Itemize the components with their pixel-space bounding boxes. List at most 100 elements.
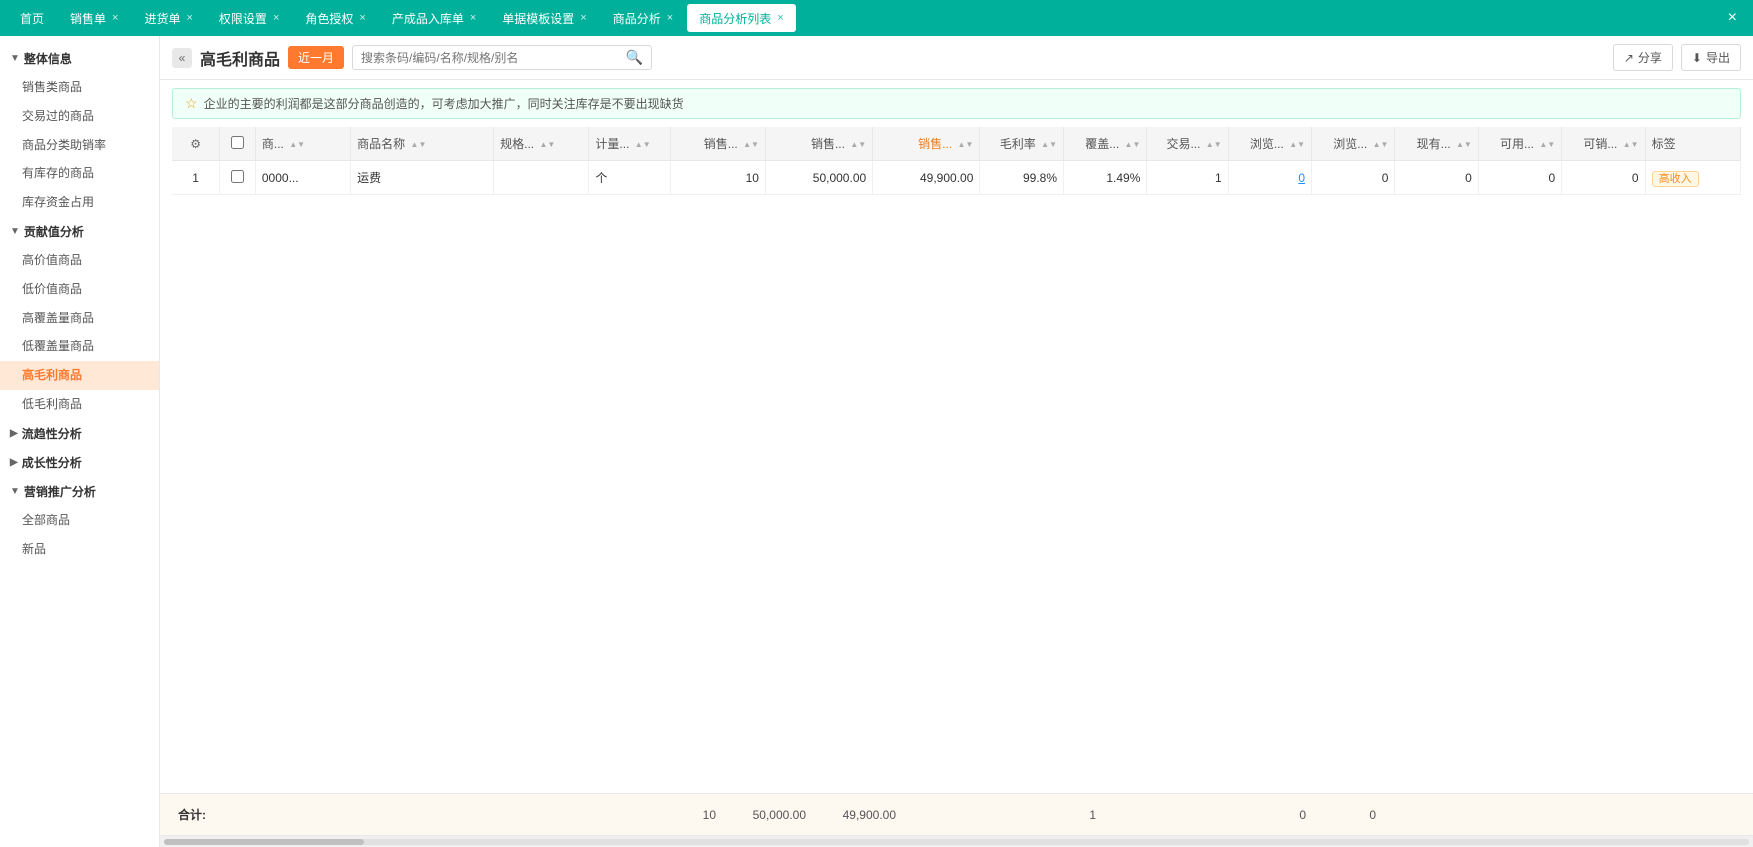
col-header-trade[interactable]: 交易... ▲▼ bbox=[1147, 127, 1228, 161]
sidebar-section-contribution[interactable]: ▼ 贡献值分析 bbox=[0, 217, 159, 246]
nav-product-analysis-list[interactable]: 商品分析列表 × bbox=[687, 4, 795, 32]
col-header-unit[interactable]: 计量... ▲▼ bbox=[589, 127, 670, 161]
sidebar-item-high-margin[interactable]: 高毛利商品 bbox=[0, 361, 159, 390]
select-all-checkbox[interactable] bbox=[231, 136, 244, 149]
sort-icon-sales-cost[interactable]: ▲▼ bbox=[958, 140, 974, 149]
row-num: 1 bbox=[172, 161, 220, 195]
header-actions: ↗ 分享 ⬇ 导出 bbox=[1613, 44, 1741, 71]
footer-sales-amt: 50,000.00 bbox=[722, 804, 812, 826]
sidebar-item-high-value[interactable]: 高价值商品 bbox=[0, 246, 159, 275]
sidebar-item-low-value[interactable]: 低价值商品 bbox=[0, 275, 159, 304]
nav-product-analysis[interactable]: 商品分析 × bbox=[601, 4, 685, 32]
close-template-settings[interactable]: × bbox=[580, 12, 586, 24]
col-header-stock3[interactable]: 可销... ▲▼ bbox=[1562, 127, 1645, 161]
growth-arrow-icon: ▶ bbox=[10, 457, 18, 468]
sidebar-collapse-button[interactable]: « bbox=[172, 48, 192, 68]
sidebar-section-trend[interactable]: ▶ 流趋性分析 bbox=[0, 419, 159, 448]
col-header-browse1[interactable]: 浏览... ▲▼ bbox=[1228, 127, 1311, 161]
row-code: 0000... bbox=[255, 161, 350, 195]
nav-home[interactable]: 首页 bbox=[8, 4, 56, 32]
sort-icon-unit[interactable]: ▲▼ bbox=[635, 140, 651, 149]
sidebar-item-new-goods[interactable]: 新品 bbox=[0, 535, 159, 564]
sidebar-section-overall[interactable]: ▼ 整体信息 bbox=[0, 44, 159, 73]
browse1-link[interactable]: 0 bbox=[1298, 171, 1305, 185]
col-header-checkbox[interactable] bbox=[220, 127, 256, 161]
col-header-coverage[interactable]: 覆盖... ▲▼ bbox=[1064, 127, 1147, 161]
row-unit: 个 bbox=[589, 161, 670, 195]
sort-icon-browse2[interactable]: ▲▼ bbox=[1373, 140, 1389, 149]
nav-product-inbound[interactable]: 产成品入库单 × bbox=[380, 4, 488, 32]
filter-recent-month-button[interactable]: 近一月 bbox=[288, 46, 344, 69]
col-header-browse2[interactable]: 浏览... ▲▼ bbox=[1312, 127, 1395, 161]
col-header-sales-qty[interactable]: 销售... ▲▼ bbox=[670, 127, 765, 161]
scrollbar-thumb[interactable] bbox=[164, 839, 364, 845]
sidebar-item-stock-capital[interactable]: 库存资金占用 bbox=[0, 188, 159, 217]
close-product-inbound[interactable]: × bbox=[470, 12, 476, 24]
close-sales-order[interactable]: × bbox=[112, 12, 118, 24]
export-icon: ⬇ bbox=[1692, 51, 1702, 65]
footer-spacer9 bbox=[1102, 811, 1172, 819]
overall-arrow-icon: ▼ bbox=[10, 53, 20, 64]
table-body: 1 0000... 运费 个 10 50,000.00 49,900.00 99… bbox=[172, 161, 1741, 195]
col-header-stock1[interactable]: 现有... ▲▼ bbox=[1395, 127, 1478, 161]
bottom-scrollbar[interactable] bbox=[160, 835, 1753, 847]
sort-icon-stock3[interactable]: ▲▼ bbox=[1623, 140, 1639, 149]
sidebar-section-marketing[interactable]: ▼ 营销推广分析 bbox=[0, 477, 159, 506]
nav-purchase-order[interactable]: 进货单 × bbox=[132, 4, 204, 32]
sidebar-item-traded-goods[interactable]: 交易过的商品 bbox=[0, 102, 159, 131]
sort-icon-trade[interactable]: ▲▼ bbox=[1206, 140, 1222, 149]
sort-icon-stock1[interactable]: ▲▼ bbox=[1456, 140, 1472, 149]
sort-icon-name[interactable]: ▲▼ bbox=[411, 140, 427, 149]
info-icon: ☆ bbox=[185, 95, 198, 112]
sidebar-item-low-coverage[interactable]: 低覆盖量商品 bbox=[0, 332, 159, 361]
row-sales-cost: 49,900.00 bbox=[873, 161, 980, 195]
row-tag: 高收入 bbox=[1645, 161, 1740, 195]
window-close-button[interactable]: × bbox=[1720, 9, 1745, 27]
nav-permission-settings[interactable]: 权限设置 × bbox=[207, 4, 291, 32]
sort-icon-coverage[interactable]: ▲▼ bbox=[1125, 140, 1141, 149]
nav-template-settings[interactable]: 单据模板设置 × bbox=[490, 4, 598, 32]
col-header-sales-amt[interactable]: 销售... ▲▼ bbox=[765, 127, 872, 161]
sort-icon-sales-qty[interactable]: ▲▼ bbox=[743, 140, 759, 149]
col-header-name[interactable]: 商品名称 ▲▼ bbox=[351, 127, 494, 161]
nav-role-auth[interactable]: 角色授权 × bbox=[293, 4, 377, 32]
search-input[interactable] bbox=[361, 51, 622, 65]
sidebar-item-sales-goods[interactable]: 销售类商品 bbox=[0, 73, 159, 102]
close-permission-settings[interactable]: × bbox=[273, 12, 279, 24]
col-header-code[interactable]: 商... ▲▼ bbox=[255, 127, 350, 161]
footer-spacer6 bbox=[582, 811, 642, 819]
sidebar-item-in-stock[interactable]: 有库存的商品 bbox=[0, 159, 159, 188]
sort-icon-stock2[interactable]: ▲▼ bbox=[1539, 140, 1555, 149]
row-browse1[interactable]: 0 bbox=[1228, 161, 1311, 195]
sidebar-item-low-margin[interactable]: 低毛利商品 bbox=[0, 390, 159, 419]
sort-icon-code[interactable]: ▲▼ bbox=[289, 140, 305, 149]
col-header-gross-rate[interactable]: 毛利率 ▲▼ bbox=[980, 127, 1064, 161]
nav-sales-order[interactable]: 销售单 × bbox=[58, 4, 130, 32]
footer-stock2: 0 bbox=[1312, 804, 1382, 826]
search-box[interactable]: 🔍 bbox=[352, 45, 652, 70]
close-purchase-order[interactable]: × bbox=[186, 12, 192, 24]
sidebar-item-category-rate[interactable]: 商品分类助销率 bbox=[0, 131, 159, 160]
col-header-settings[interactable]: ⚙ bbox=[172, 127, 220, 161]
col-header-spec[interactable]: 规格... ▲▼ bbox=[494, 127, 589, 161]
footer-stock1: 0 bbox=[1242, 804, 1312, 826]
close-product-analysis-list[interactable]: × bbox=[777, 12, 783, 24]
close-role-auth[interactable]: × bbox=[359, 12, 365, 24]
sidebar-item-all-goods[interactable]: 全部商品 bbox=[0, 506, 159, 535]
sidebar-section-growth[interactable]: ▶ 成长性分析 bbox=[0, 448, 159, 477]
close-product-analysis[interactable]: × bbox=[667, 12, 673, 24]
sort-icon-gross-rate[interactable]: ▲▼ bbox=[1041, 140, 1057, 149]
sidebar-item-high-coverage[interactable]: 高覆盖量商品 bbox=[0, 304, 159, 333]
share-button[interactable]: ↗ 分享 bbox=[1613, 44, 1673, 71]
sidebar: ▼ 整体信息 销售类商品 交易过的商品 商品分类助销率 有库存的商品 库存资金占… bbox=[0, 36, 160, 847]
search-icon[interactable]: 🔍 bbox=[626, 49, 643, 66]
col-header-sales-cost[interactable]: 销售... ▲▼ bbox=[873, 127, 980, 161]
sort-icon-spec[interactable]: ▲▼ bbox=[539, 140, 555, 149]
settings-icon[interactable]: ⚙ bbox=[190, 137, 201, 151]
row-checkbox[interactable] bbox=[231, 170, 244, 183]
col-header-stock2[interactable]: 可用... ▲▼ bbox=[1478, 127, 1561, 161]
sort-icon-browse1[interactable]: ▲▼ bbox=[1289, 140, 1305, 149]
sort-icon-sales-amt[interactable]: ▲▼ bbox=[850, 140, 866, 149]
row-checkbox-cell[interactable] bbox=[220, 161, 256, 195]
export-button[interactable]: ⬇ 导出 bbox=[1681, 44, 1741, 71]
